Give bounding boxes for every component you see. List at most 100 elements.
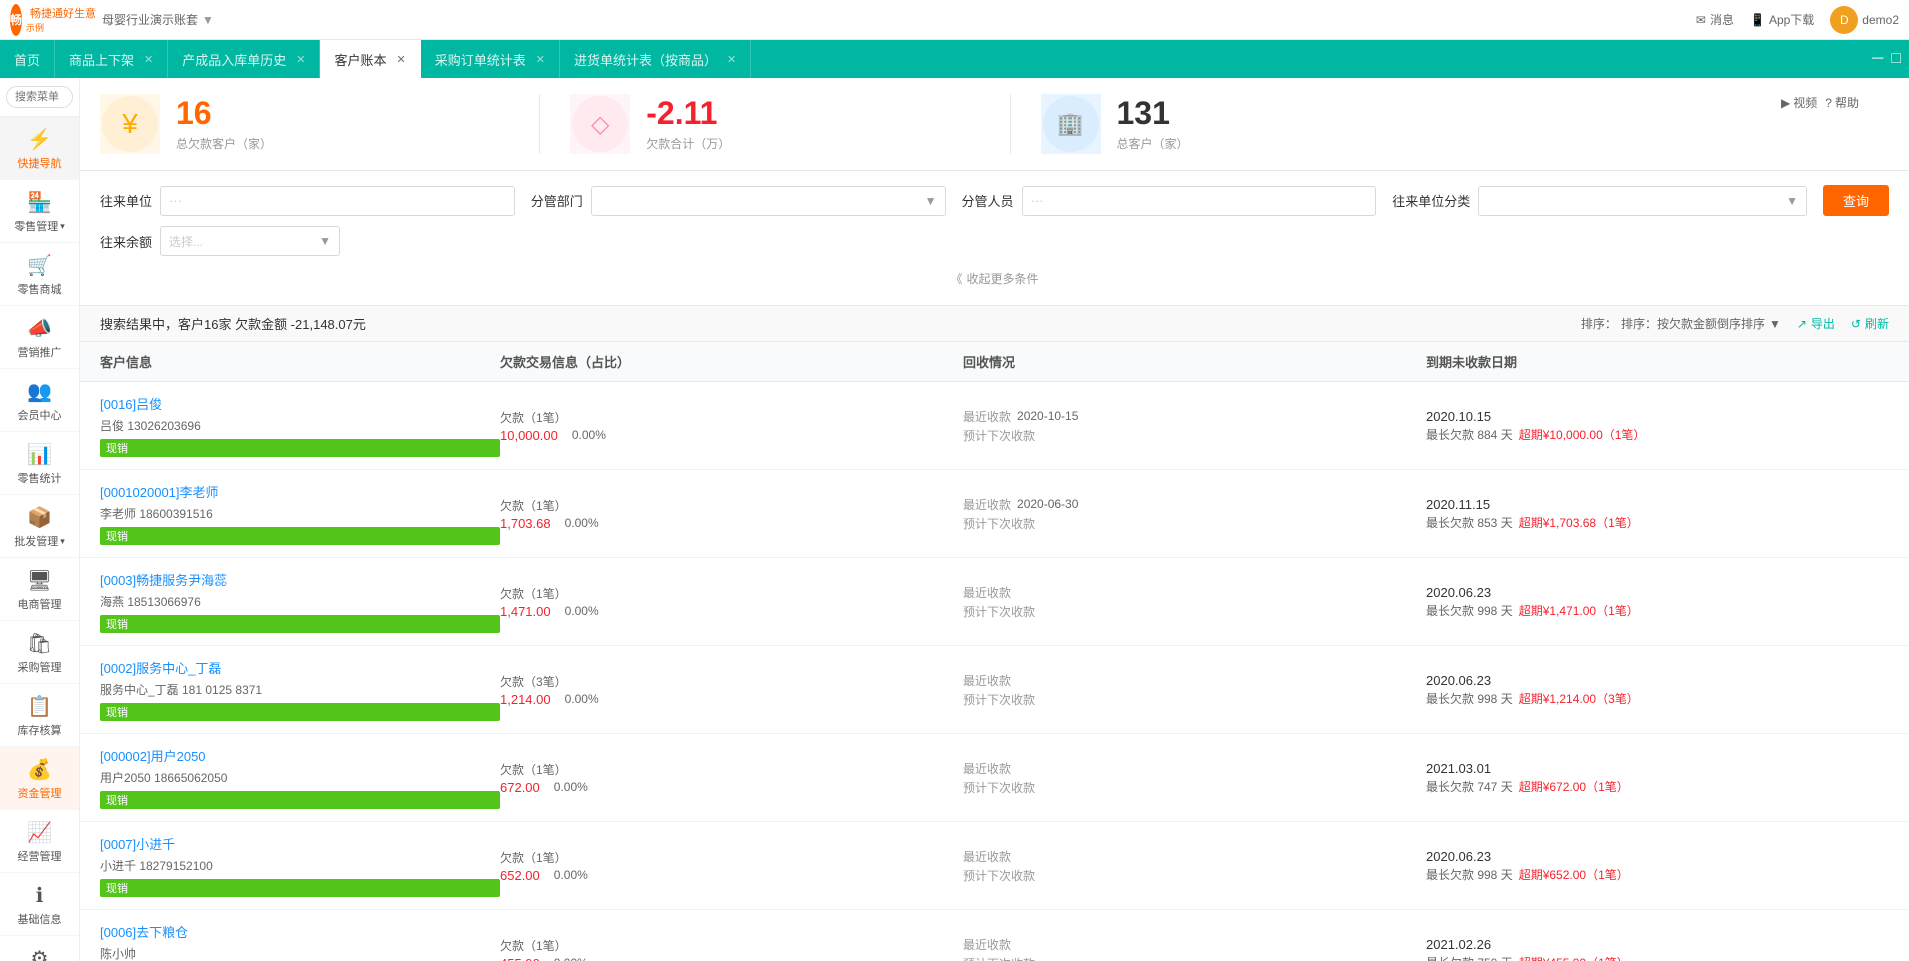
tab-production-history[interactable]: 产成品入库单历史 ✕ [168, 40, 320, 78]
debt-info-cell-2: 欠款（1笔） 1,703.68 0.00% [500, 497, 963, 531]
app-logo: 畅 [10, 4, 22, 36]
customer-tag-4: 现销 [100, 703, 500, 721]
due-date-cell-7: 2021.02.26 最长欠款 750 天 超期¥455.90（1笔） [1426, 937, 1889, 961]
close-tab-purchase[interactable]: ✕ [536, 53, 545, 66]
tab-customer-account[interactable]: 客户账本 ✕ [320, 40, 420, 78]
debt-info-cell-1: 欠款（1笔） 10,000.00 0.00% [500, 409, 963, 443]
sort-arrow: ▼ [1769, 317, 1781, 331]
retail-mgmt-icon: 🏪 [27, 190, 52, 215]
sidebar-item-purchase[interactable]: 🛍 采购管理 [0, 621, 79, 684]
customer-name-link-7[interactable]: [0006]去下粮仓 [100, 922, 500, 941]
debt-info-cell-7: 欠款（1笔） 455.90 0.00% [500, 937, 963, 961]
tab-home[interactable]: 首页 [0, 40, 55, 78]
customer-name-link-4[interactable]: [0002]服务中心_丁磊 [100, 658, 500, 677]
customer-meta-4: 服务中心_丁磊 181 0125 8371 [100, 681, 500, 698]
sidebar-item-system[interactable]: ⚙ 系统管理 [0, 936, 79, 961]
close-tab-product[interactable]: ✕ [144, 53, 153, 66]
dept-arrow: ▼ [925, 194, 937, 208]
user-avatar-btn[interactable]: D demo2 [1830, 6, 1899, 34]
tab-product-listing[interactable]: 商品上下架 ✕ [55, 40, 168, 78]
message-btn[interactable]: ✉ 消息 [1696, 11, 1734, 28]
overdue-link-2[interactable]: 超期¥1,703.68（1笔） [1519, 514, 1639, 531]
debt-amount-1: 10,000.00 [500, 428, 558, 443]
balance-label: 往来余额 [100, 232, 152, 251]
customer-name-link-3[interactable]: [0003]畅捷服务尹海蕊 [100, 570, 500, 589]
due-date-cell-5: 2021.03.01 最长欠款 747 天 超期¥672.00（1笔） [1426, 761, 1889, 795]
due-date-cell-3: 2020.06.23 最长欠款 998 天 超期¥1,471.00（1笔） [1426, 585, 1889, 619]
sort-select[interactable]: 排序： 排序：按欠款金额倒序排序 ▼ [1581, 315, 1781, 332]
tab-bar: 首页 商品上下架 ✕ 产成品入库单历史 ✕ 客户账本 ✕ 采购订单统计表 ✕ 进… [0, 40, 1909, 78]
overdue-link-7[interactable]: 超期¥455.90（1笔） [1519, 954, 1629, 961]
sidebar-item-retail-store[interactable]: 🛒 零售商城 [0, 243, 79, 306]
customer-tag-6: 现销 [100, 879, 500, 897]
refresh-btn[interactable]: ↺ 刷新 [1851, 315, 1889, 332]
sidebar-item-inventory[interactable]: 📋 库存核算 [0, 684, 79, 747]
table-container: 客户信息 欠款交易信息（占比） 回收情况 到期未收款日期 [0016]吕俊 吕俊… [80, 342, 1909, 961]
refresh-icon: ↺ [1851, 317, 1861, 331]
marketing-icon: 📣 [27, 316, 52, 341]
customer-tag-1: 现销 [100, 439, 500, 457]
sidebar-item-finance[interactable]: 💰 资金管理 [0, 747, 79, 810]
tab-purchase-goods-stats[interactable]: 进货单统计表（按商品） ✕ [560, 40, 751, 78]
table-header: 客户信息 欠款交易信息（占比） 回收情况 到期未收款日期 [80, 342, 1909, 382]
customer-info-cell-6: [0007]小进千 小进千 18279152100 现销 [100, 834, 500, 897]
retail-store-icon: 🛒 [27, 253, 52, 278]
dept-select[interactable]: ▼ [591, 186, 946, 216]
stat-info-debt-amount: -2.11 欠款合计（万） [646, 96, 730, 152]
due-date-cell-1: 2020.10.15 最长欠款 884 天 超期¥10,000.00（1笔） [1426, 409, 1889, 443]
sort-label: 排序： [1581, 315, 1617, 332]
sidebar-item-ecommerce[interactable]: 🖥 电商管理 [0, 558, 79, 621]
results-actions: 排序： 排序：按欠款金额倒序排序 ▼ ↗ 导出 ↺ 刷新 [1581, 315, 1889, 332]
customer-name-link-5[interactable]: [000002]用户2050 [100, 746, 500, 765]
overdue-link-6[interactable]: 超期¥652.00（1笔） [1519, 866, 1629, 883]
filter-row-2: 往来余额 选择... ▼ [100, 226, 1889, 256]
customer-name-link-6[interactable]: [0007]小进千 [100, 834, 500, 853]
balance-select[interactable]: 选择... ▼ [160, 226, 340, 256]
customer-name-link-1[interactable]: [0016]吕俊 [100, 394, 500, 413]
balance-group: 往来余额 选择... ▼ [100, 226, 1889, 256]
overdue-link-4[interactable]: 超期¥1,214.00（3笔） [1519, 690, 1639, 707]
filter-row-1: 往来单位 ··· 分管部门 ▼ 分管人员 [100, 185, 1889, 216]
collapse-button[interactable]: 《 收起更多条件 [100, 266, 1889, 291]
sidebar-item-business[interactable]: 📈 经营管理 [0, 810, 79, 873]
view-btn[interactable]: ▶ 视频 [1781, 94, 1817, 111]
manager-group: 分管人员 ··· [962, 186, 1377, 216]
maximize-btn[interactable]: □ [1891, 50, 1901, 68]
debt-info-cell-3: 欠款（1笔） 1,471.00 0.00% [500, 585, 963, 619]
brand-name: 畅捷通好生意 [30, 5, 96, 21]
help-btn[interactable]: ? 帮助 [1825, 94, 1859, 111]
sidebar-item-retail-stats[interactable]: 📊 零售统计 [0, 432, 79, 495]
export-btn[interactable]: ↗ 导出 [1797, 315, 1835, 332]
manager-input[interactable]: ··· [1022, 186, 1377, 216]
header-bar: 畅 畅捷通好生意 示例 母婴行业演示账套 ▼ ✉ 消息 📱 App下载 D de… [0, 0, 1909, 40]
customer-name-link-2[interactable]: [0001020001]李老师 [100, 482, 500, 501]
stat-info-total-customers: 131 总客户（家） [1117, 96, 1189, 152]
tab-purchase-stats[interactable]: 采购订单统计表 ✕ [421, 40, 560, 78]
sidebar-item-member[interactable]: 👥 会员中心 [0, 369, 79, 432]
sidebar-item-marketing[interactable]: 📣 营销推广 [0, 306, 79, 369]
minimize-btn[interactable]: ─ [1872, 50, 1883, 68]
from-unit-input[interactable]: ··· [160, 186, 515, 216]
overdue-link-3[interactable]: 超期¥1,471.00（1笔） [1519, 602, 1639, 619]
category-select[interactable]: ▼ [1478, 186, 1807, 216]
app-download-btn[interactable]: 📱 App下载 [1750, 11, 1814, 28]
table-row: [0002]服务中心_丁磊 服务中心_丁磊 181 0125 8371 现销 欠… [80, 646, 1909, 734]
close-tab-customer[interactable]: ✕ [397, 53, 406, 66]
customer-meta-5: 用户2050 18665062050 [100, 769, 500, 786]
avatar: D [1830, 6, 1858, 34]
sidebar-item-wholesale[interactable]: 📦 批发管理▾ [0, 495, 79, 558]
search-input[interactable] [6, 86, 73, 108]
overdue-link-1[interactable]: 超期¥10,000.00（1笔） [1519, 426, 1646, 443]
total-customers-label: 总客户（家） [1117, 135, 1189, 152]
col-debt-info: 欠款交易信息（占比） [500, 352, 963, 371]
quick-nav-icon: ⚡ [27, 127, 52, 152]
brand-sub: 示例 [26, 21, 96, 34]
sidebar-item-basic-info[interactable]: ℹ 基础信息 [0, 873, 79, 936]
customer-info-cell-2: [0001020001]李老师 李老师 18600391516 现销 [100, 482, 500, 545]
debt-info-cell-5: 欠款（1笔） 672.00 0.00% [500, 761, 963, 795]
query-button[interactable]: 查询 [1823, 185, 1889, 216]
close-tab-goods[interactable]: ✕ [727, 53, 736, 66]
sidebar-item-retail-mgmt[interactable]: 🏪 零售管理▾ [0, 180, 79, 243]
overdue-link-5[interactable]: 超期¥672.00（1笔） [1519, 778, 1629, 795]
close-tab-production[interactable]: ✕ [296, 53, 305, 66]
